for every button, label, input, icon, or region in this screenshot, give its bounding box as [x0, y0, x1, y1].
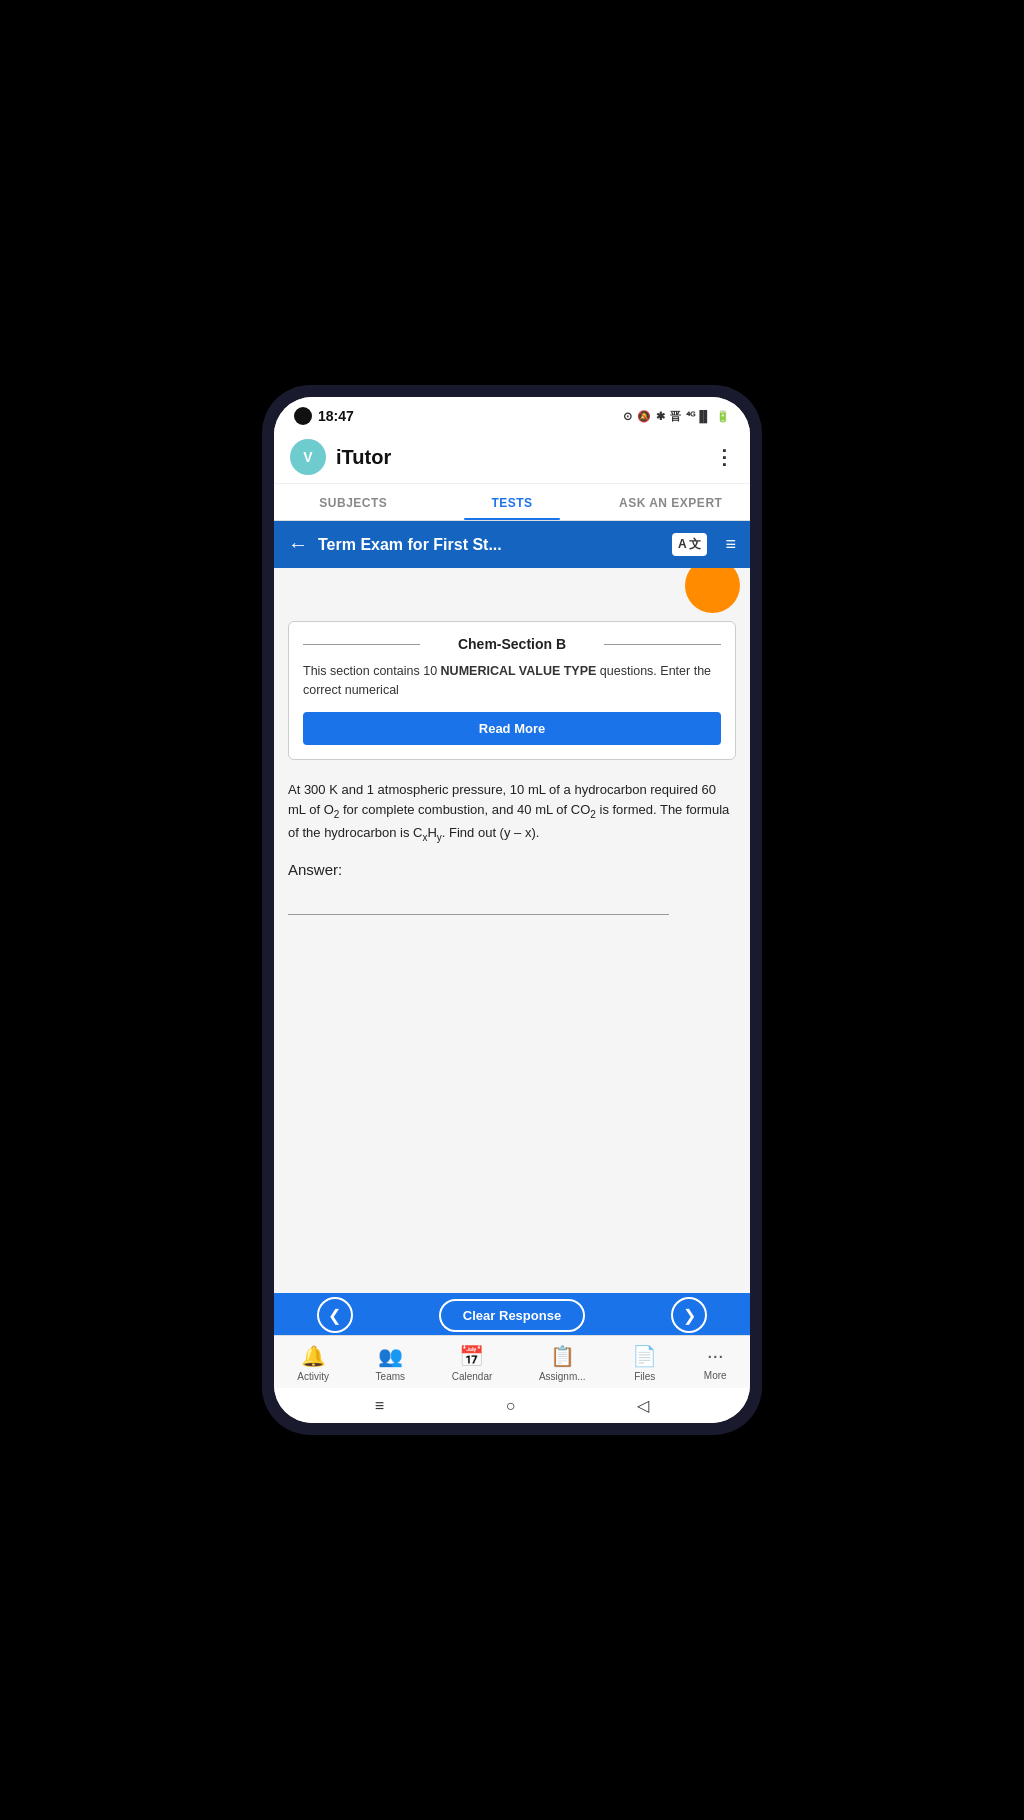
clear-response-button[interactable]: Clear Response: [439, 1299, 585, 1332]
blue-header: ← Term Exam for First St... A 文 ≡: [274, 521, 750, 568]
app-bar: V iTutor ⋮: [274, 431, 750, 484]
bottom-nav-bar: ❮ Clear Response ❯: [274, 1293, 750, 1335]
section-card: Chem-Section B This section contains 10 …: [288, 621, 736, 760]
tab-assignments-label: Assignm...: [539, 1371, 586, 1382]
bluetooth-icon: ✱: [656, 410, 665, 423]
camera-icon: [294, 407, 312, 425]
tab-calendar-label: Calendar: [452, 1371, 493, 1382]
battery-icon: 🔋: [716, 410, 730, 423]
calendar-icon: 📅: [459, 1344, 484, 1368]
read-more-button[interactable]: Read More: [303, 712, 721, 745]
user-avatar[interactable]: V: [290, 439, 326, 475]
section-title: Chem-Section B: [303, 636, 721, 652]
phone-wrapper: 18:47 ⊙ 🔕 ✱ 晋 ⁴ᴳ▐▌ 🔋 V iTutor ⋮ SUBJECTS…: [262, 385, 762, 1435]
signal-icon: ⁴ᴳ▐▌: [686, 410, 711, 423]
assignments-icon: 📋: [550, 1344, 575, 1368]
previous-question-button[interactable]: ❮: [317, 1297, 353, 1333]
wifi-icon: 晋: [670, 409, 681, 424]
tab-tests[interactable]: TESTS: [433, 484, 592, 520]
answer-label: Answer:: [288, 861, 736, 878]
phone-screen: 18:47 ⊙ 🔕 ✱ 晋 ⁴ᴳ▐▌ 🔋 V iTutor ⋮ SUBJECTS…: [274, 397, 750, 1423]
tab-subjects[interactable]: SUBJECTS: [274, 484, 433, 520]
tab-files[interactable]: 📄 Files: [632, 1344, 657, 1382]
tab-assignments[interactable]: 📋 Assignm...: [539, 1344, 586, 1382]
android-menu-button[interactable]: ≡: [375, 1397, 384, 1415]
tab-more-label: More: [704, 1370, 727, 1381]
tab-calendar[interactable]: 📅 Calendar: [452, 1344, 493, 1382]
tab-activity[interactable]: 🔔 Activity: [297, 1344, 329, 1382]
progress-circle: [685, 568, 740, 613]
tab-activity-label: Activity: [297, 1371, 329, 1382]
content-area: Chem-Section B This section contains 10 …: [274, 568, 750, 1293]
section-description: This section contains 10 NUMERICAL VALUE…: [303, 662, 721, 700]
mute-icon: 🔕: [637, 410, 651, 423]
tab-more[interactable]: ··· More: [704, 1344, 727, 1382]
tab-files-label: Files: [634, 1371, 655, 1382]
app-title: iTutor: [336, 446, 704, 469]
status-bar: 18:47 ⊙ 🔕 ✱ 晋 ⁴ᴳ▐▌ 🔋: [274, 397, 750, 431]
status-right: ⊙ 🔕 ✱ 晋 ⁴ᴳ▐▌ 🔋: [623, 409, 730, 424]
android-nav: ≡ ○ ◁: [274, 1388, 750, 1423]
files-icon: 📄: [632, 1344, 657, 1368]
next-question-button[interactable]: ❯: [671, 1297, 707, 1333]
tabs-bar: SUBJECTS TESTS ASK AN EXPERT: [274, 484, 750, 521]
more-icon: ···: [707, 1344, 724, 1367]
progress-area: [274, 568, 750, 613]
translate-button[interactable]: A 文: [672, 533, 708, 556]
android-back-button[interactable]: ◁: [637, 1396, 649, 1415]
status-time: 18:47: [318, 408, 354, 424]
bottom-tab-bar: 🔔 Activity 👥 Teams 📅 Calendar 📋 Assignm.…: [274, 1335, 750, 1388]
question-area: At 300 K and 1 atmospheric pressure, 10 …: [274, 768, 750, 928]
teams-icon: 👥: [378, 1344, 403, 1368]
question-text: At 300 K and 1 atmospheric pressure, 10 …: [288, 780, 736, 846]
hamburger-icon[interactable]: ≡: [725, 534, 736, 555]
exam-title: Term Exam for First St...: [318, 536, 662, 554]
answer-input[interactable]: [288, 886, 669, 915]
tab-ask-expert[interactable]: ASK AN EXPERT: [591, 484, 750, 520]
tab-teams-label: Teams: [376, 1371, 405, 1382]
activity-icon: 🔔: [301, 1344, 326, 1368]
android-home-button[interactable]: ○: [506, 1397, 516, 1415]
tab-teams[interactable]: 👥 Teams: [376, 1344, 405, 1382]
alarm-icon: ⊙: [623, 410, 632, 423]
more-menu-icon[interactable]: ⋮: [714, 445, 734, 469]
status-left: 18:47: [294, 407, 354, 425]
back-button[interactable]: ←: [288, 533, 308, 556]
